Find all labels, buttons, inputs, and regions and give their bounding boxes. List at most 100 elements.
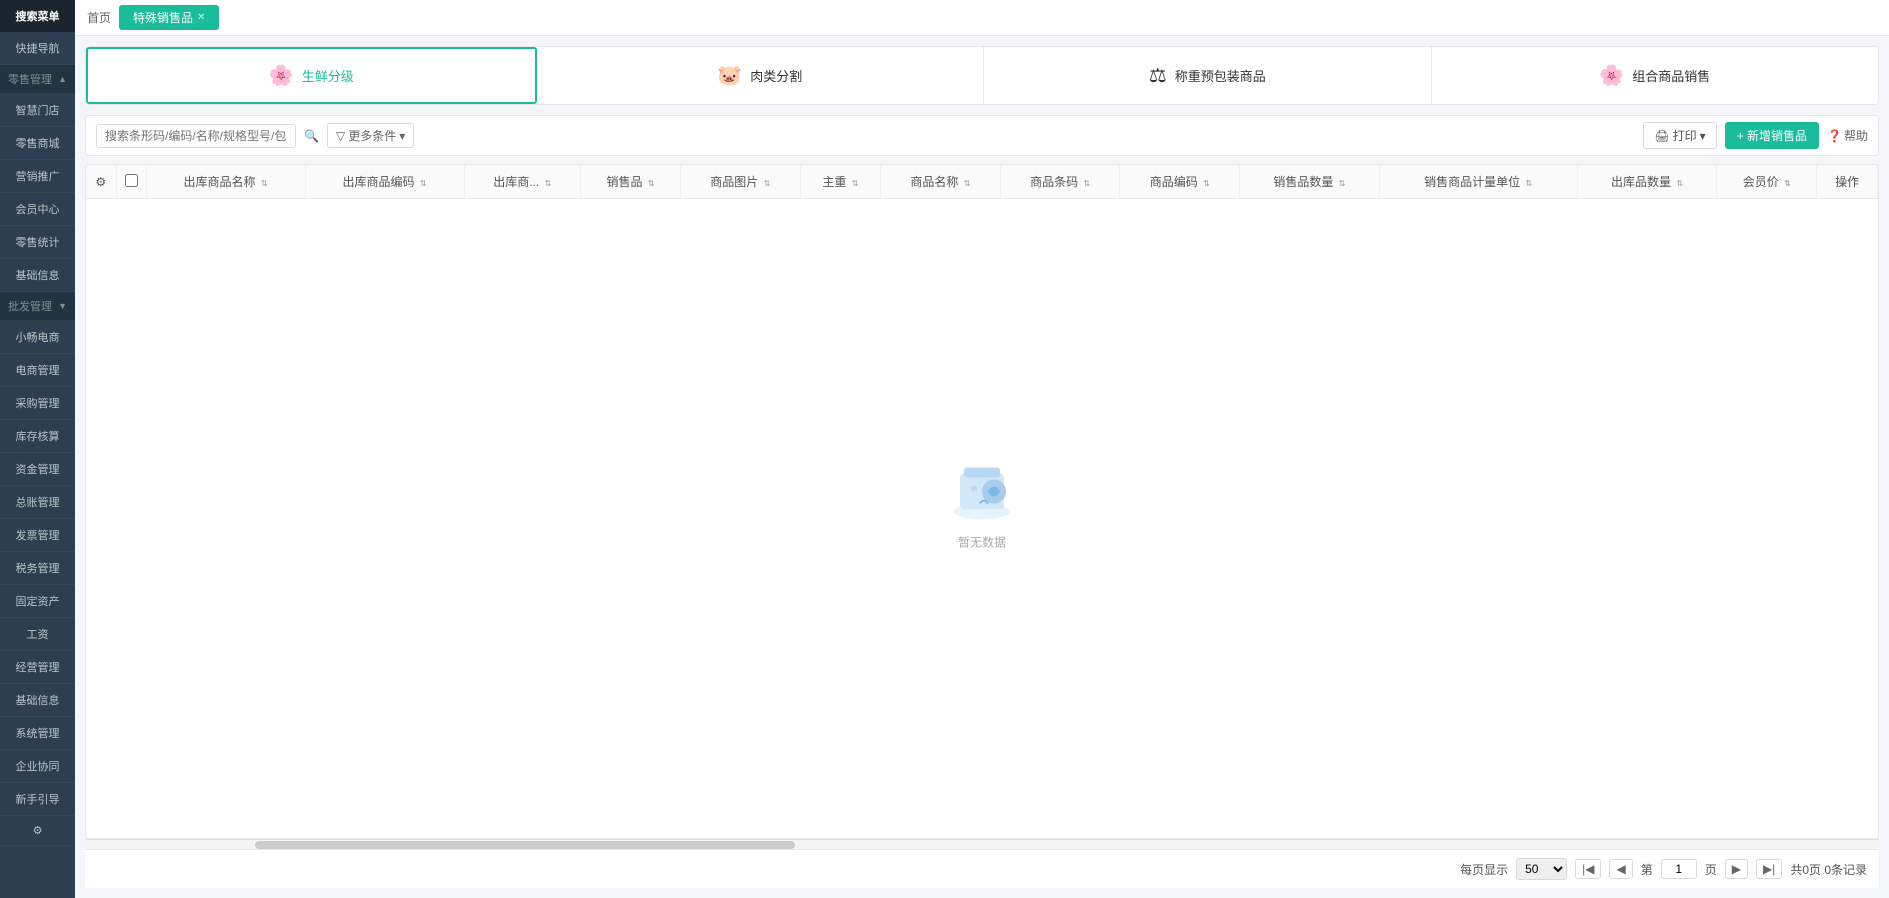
sidebar-logo[interactable]: 搜索菜单 [0, 0, 75, 32]
sidebar-item-label: 工资 [27, 626, 49, 642]
next-page-button[interactable]: ▶ [1725, 859, 1748, 879]
search-area: 🔍 ▽ 更多条件 ▾ [96, 123, 414, 148]
empty-state: 暂无数据 [942, 453, 1022, 550]
tab-label: 生鲜分级 [302, 66, 354, 85]
sort-icon: ⇅ [1676, 180, 1683, 188]
active-tab[interactable]: 特殊销售品 ✕ [119, 5, 219, 30]
sidebar-item-retail-mgmt[interactable]: 零售管理 ▲ [0, 65, 75, 94]
sidebar-item-smart-store[interactable]: 智慧门店 [0, 94, 75, 127]
chevron-down-icon: ▼ [58, 301, 67, 311]
sidebar-item-finance-mgmt[interactable]: 资金管理 [0, 453, 75, 486]
meat-cut-icon: 🐷 [717, 63, 742, 88]
sidebar-item-label: 采购管理 [16, 395, 60, 411]
page-input[interactable] [1661, 859, 1697, 879]
sidebar-item-retail-mall[interactable]: 零售商城 [0, 127, 75, 160]
th-sales-product[interactable]: 销售品 ⇅ [580, 165, 680, 199]
sidebar-item-label: 小畅电商 [16, 329, 60, 345]
prev-page-button[interactable]: ◀ [1609, 859, 1632, 879]
topbar: 首页 特殊销售品 ✕ [75, 0, 1889, 36]
sidebar-item-wages[interactable]: 工资 [0, 618, 75, 651]
th-product-barcode[interactable]: 商品条码 ⇅ [1000, 165, 1120, 199]
th-sales-unit[interactable]: 销售商品计量单位 ⇅ [1379, 165, 1577, 199]
sidebar-item-basic-info[interactable]: 基础信息 [0, 259, 75, 292]
sidebar-item-ops-mgmt[interactable]: 经营管理 [0, 651, 75, 684]
sidebar-item-label: 会员中心 [16, 201, 60, 217]
th-product-name[interactable]: 商品名称 ⇅ [881, 165, 1001, 199]
content-area: 🌸 生鲜分级 🐷 肉类分割 ⚖ 称重预包装商品 🌸 组合商品销售 🔍 [75, 36, 1889, 898]
help-button[interactable]: ❓ 帮助 [1827, 127, 1868, 144]
sidebar-item-new-guide[interactable]: 新手引导 [0, 783, 75, 816]
sidebar-item-summary-mgmt[interactable]: 总账管理 [0, 486, 75, 519]
sidebar-item-member-center[interactable]: 会员中心 [0, 193, 75, 226]
sidebar-item-fixed-assets[interactable]: 固定资产 [0, 585, 75, 618]
tab-weigh-prepack[interactable]: ⚖ 称重预包装商品 [984, 47, 1432, 104]
sort-icon: ⇅ [1339, 180, 1346, 188]
sort-icon: ⇅ [420, 180, 427, 188]
th-out-product-code[interactable]: 出库商品编码 ⇅ [305, 165, 464, 199]
tab-label: 组合商品销售 [1632, 66, 1710, 85]
sidebar-item-tax-mgmt[interactable]: 税务管理 [0, 552, 75, 585]
scrollbar-thumb[interactable] [255, 841, 795, 849]
sidebar-item-mini-ecommerce[interactable]: 小畅电商 [0, 321, 75, 354]
tab-meat-cut[interactable]: 🐷 肉类分割 [537, 47, 985, 104]
per-page-select[interactable]: 10 20 50 100 [1516, 858, 1567, 880]
th-out-qty[interactable]: 出库品数量 ⇅ [1577, 165, 1716, 199]
filter-button[interactable]: ▽ 更多条件 ▾ [327, 123, 414, 148]
chevron-down-icon: ▲ [58, 74, 67, 84]
tab-fresh-grade[interactable]: 🌸 生鲜分级 [86, 47, 537, 104]
th-checkbox[interactable] [116, 165, 146, 199]
th-out-product-spec[interactable]: 出库商... ⇅ [464, 165, 580, 199]
sidebar-item-quick-nav[interactable]: 快捷导航 [0, 32, 75, 65]
new-product-button[interactable]: + 新增销售品 [1725, 122, 1819, 149]
horizontal-scrollbar[interactable] [85, 839, 1879, 849]
sidebar-item-basic-info2[interactable]: 基础信息 [0, 684, 75, 717]
sidebar-item-label: 零售统计 [16, 234, 60, 250]
first-page-button[interactable]: |◀ [1575, 859, 1601, 879]
sidebar-item-invoice-mgmt[interactable]: 发票管理 [0, 519, 75, 552]
chevron-down-icon: ▾ [399, 129, 405, 143]
tab-label: 称重预包装商品 [1175, 66, 1266, 85]
th-member-price[interactable]: 会员价 ⇅ [1717, 165, 1817, 199]
filter-label: 更多条件 [348, 127, 396, 144]
sort-icon: ⇅ [1083, 180, 1090, 188]
last-page-button[interactable]: ▶| [1756, 859, 1782, 879]
total-info: 共0页 0条记录 [1790, 861, 1867, 878]
home-tab[interactable]: 首页 [87, 9, 111, 26]
th-product-code[interactable]: 商品编码 ⇅ [1120, 165, 1240, 199]
sidebar-item-enterprise-coop[interactable]: 企业协同 [0, 750, 75, 783]
sidebar-item-label: 智慧门店 [16, 102, 60, 118]
sidebar-item-ecommerce-mgmt[interactable]: 电商管理 [0, 354, 75, 387]
data-table: ⚙ 出库商品名称 ⇅ 出库商品编码 ⇅ 出库商. [86, 165, 1878, 199]
sidebar-item-settings[interactable]: ⚙ [0, 816, 75, 846]
sidebar-item-label: 营销推广 [16, 168, 60, 184]
sort-icon: ⇅ [1784, 180, 1791, 188]
sidebar-item-retail-stats[interactable]: 零售统计 [0, 226, 75, 259]
sidebar-item-purchase-mgmt[interactable]: 采购管理 [0, 387, 75, 420]
search-input[interactable] [96, 124, 296, 148]
sidebar-item-marketing[interactable]: 营销推广 [0, 160, 75, 193]
th-product-image[interactable]: 商品图片 ⇅ [680, 165, 800, 199]
th-sales-qty[interactable]: 销售品数量 ⇅ [1240, 165, 1379, 199]
sidebar-item-label: 税务管理 [16, 560, 60, 576]
select-all-checkbox[interactable] [125, 174, 138, 187]
sidebar-item-system-mgmt[interactable]: 系统管理 [0, 717, 75, 750]
sidebar-item-label: 系统管理 [16, 725, 60, 741]
th-out-product-name[interactable]: 出库商品名称 ⇅ [146, 165, 305, 199]
search-icon[interactable]: 🔍 [304, 129, 319, 143]
th-gear[interactable]: ⚙ [86, 165, 116, 199]
print-button[interactable]: 🖨 打印 ▾ [1643, 122, 1716, 149]
main-area: 首页 特殊销售品 ✕ 🌸 生鲜分级 🐷 肉类分割 ⚖ 称重预包装商品 🌸 组合商… [75, 0, 1889, 898]
sidebar-item-inventory[interactable]: 库存核算 [0, 420, 75, 453]
print-icon: 🖨 [1654, 129, 1669, 143]
sidebar-item-label: 快捷导航 [16, 40, 60, 56]
sort-icon: ⇅ [964, 180, 971, 188]
sidebar: 搜索菜单 快捷导航 零售管理 ▲ 智慧门店 零售商城 营销推广 会员中心 零售统… [0, 0, 75, 898]
sidebar-item-wholesale-mgmt[interactable]: 批发管理 ▼ [0, 292, 75, 321]
sort-icon: ⇅ [1526, 180, 1533, 188]
help-label: 帮助 [1844, 127, 1868, 144]
th-main-weight[interactable]: 主重 ⇅ [800, 165, 880, 199]
right-actions: 🖨 打印 ▾ + 新增销售品 ❓ 帮助 [1643, 122, 1868, 149]
close-icon[interactable]: ✕ [197, 12, 205, 23]
empty-text: 暂无数据 [958, 533, 1006, 550]
tab-combo-sale[interactable]: 🌸 组合商品销售 [1432, 47, 1879, 104]
